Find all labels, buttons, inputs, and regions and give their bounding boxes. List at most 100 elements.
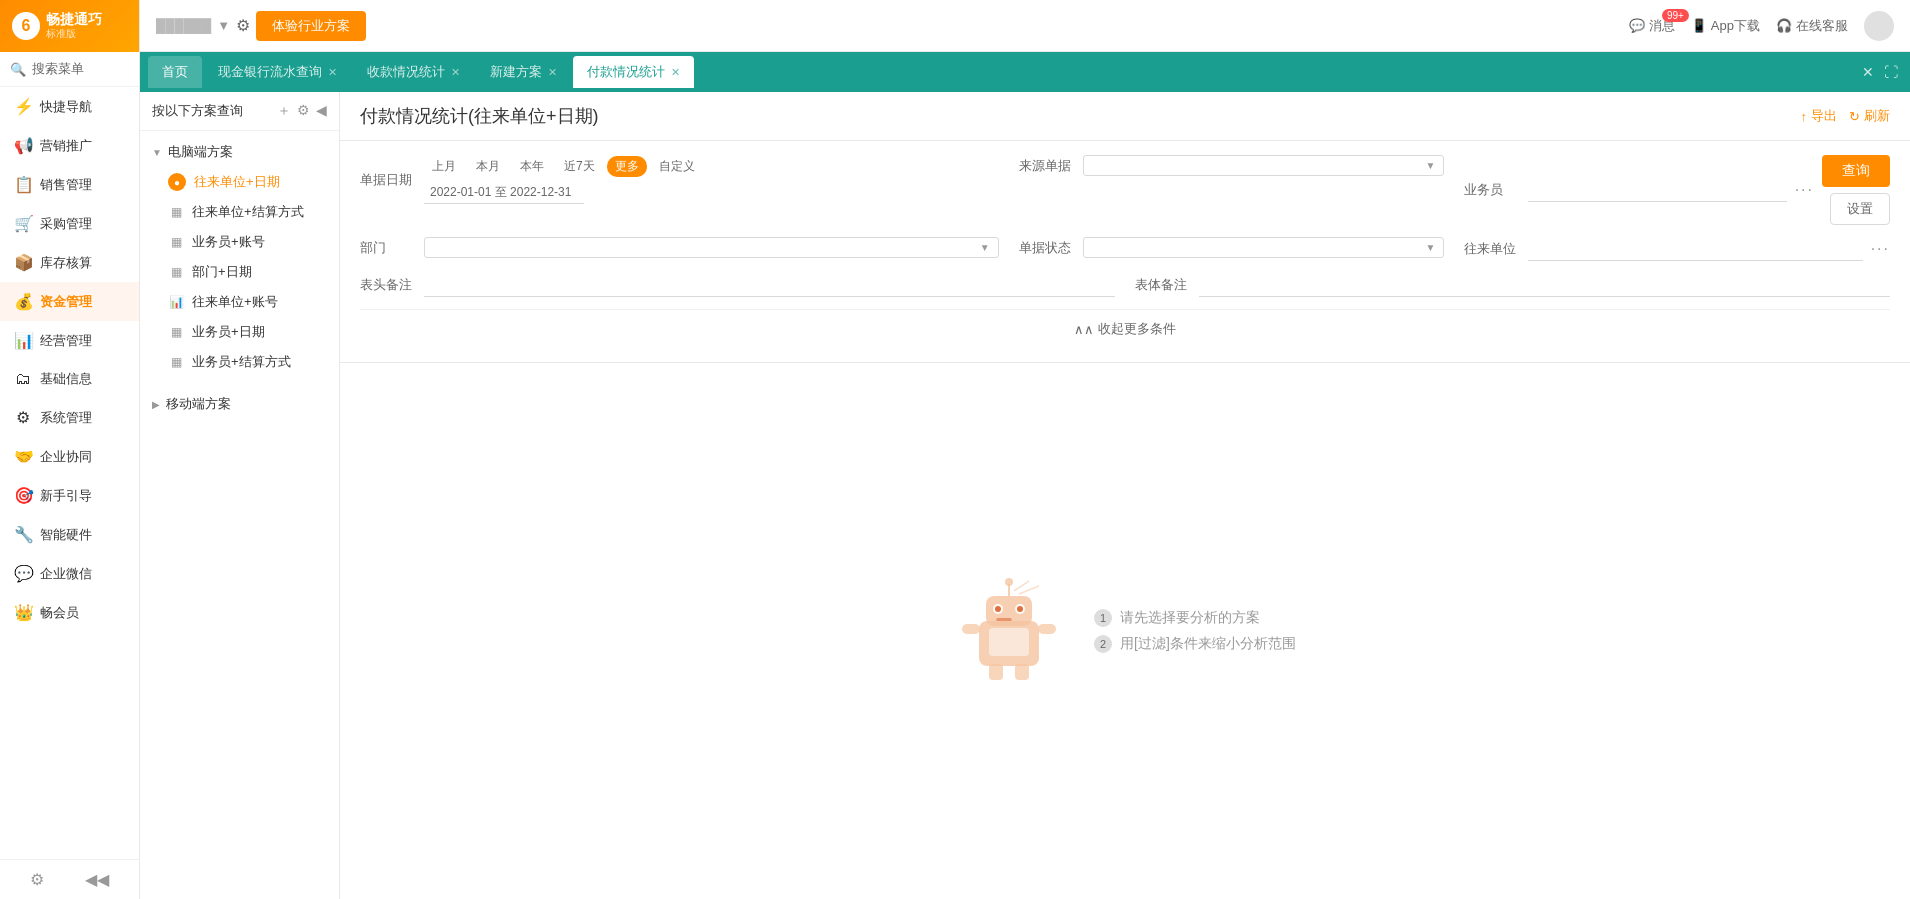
tab-close-payment[interactable]: ✕ — [671, 66, 680, 79]
main-content: ██████ ▼ ⚙ 体验行业方案 💬 消息 99+ 📱 App下载 🎧 在线客… — [140, 0, 1910, 899]
scheme-item-staff-date[interactable]: ▦ 业务员+日期 — [140, 317, 339, 347]
tab-close-receipt[interactable]: ✕ — [451, 66, 460, 79]
sidebar-bottom: ⚙ ◀◀ — [0, 859, 139, 899]
header-settings-button[interactable]: ⚙ — [236, 16, 250, 35]
filter-row-3: 表头备注 表体备注 — [360, 273, 1890, 297]
member-icon: 👑 — [14, 603, 32, 622]
mobile-scheme-group: ▶ 移动端方案 — [140, 383, 339, 425]
desktop-scheme-group-toggle[interactable]: ▼ 电脑端方案 — [140, 137, 339, 167]
app-download-button[interactable]: 📱 App下载 — [1691, 17, 1760, 35]
mobile-group-expand-icon: ▶ — [152, 399, 160, 410]
sidebar-item-marketing[interactable]: 📢 营销推广 — [0, 126, 139, 165]
headset-icon: 🎧 — [1776, 18, 1792, 33]
desktop-scheme-group: ▼ 电脑端方案 ● 往来单位+日期 ▦ 往来单位+结算方式 ▦ 业务员+账号 ▦ — [140, 131, 339, 383]
scheme-item-staff-account[interactable]: ▦ 业务员+账号 — [140, 227, 339, 257]
tab-bank[interactable]: 现金银行流水查询 ✕ — [204, 56, 351, 88]
sidebar-item-sales[interactable]: 📋 销售管理 — [0, 165, 139, 204]
notice-button[interactable]: 💬 消息 99+ — [1629, 17, 1675, 35]
user-avatar[interactable] — [1864, 11, 1894, 41]
tab-close-all-button[interactable]: ✕ — [1858, 60, 1878, 84]
body-remark-input[interactable] — [1199, 273, 1890, 297]
date-btn-this-year[interactable]: 本年 — [512, 155, 552, 178]
counterparty-input[interactable] — [1528, 237, 1862, 261]
date-btn-custom[interactable]: 自定义 — [651, 155, 703, 178]
sidebar-settings-button[interactable]: ⚙ — [30, 870, 44, 889]
sidebar-collapse-button[interactable]: ◀◀ — [85, 870, 109, 889]
tab-home[interactable]: 首页 — [148, 56, 202, 88]
voucher-status-select[interactable]: ▼ — [1083, 237, 1445, 258]
sidebar-item-quick-nav[interactable]: ⚡ 快捷导航 — [0, 87, 139, 126]
svg-rect-6 — [996, 618, 1012, 621]
date-label: 单据日期 — [360, 171, 416, 189]
sidebar-item-finance[interactable]: 💰 资金管理 — [0, 282, 139, 321]
mobile-scheme-group-toggle[interactable]: ▶ 移动端方案 — [140, 389, 339, 419]
svg-line-15 — [1019, 586, 1039, 594]
sidebar-item-purchase[interactable]: 🛒 采购管理 — [0, 204, 139, 243]
tab-payment[interactable]: 付款情况统计 ✕ — [573, 56, 694, 88]
header-user-name: ██████ — [156, 18, 211, 33]
scheme-item-staff-settle[interactable]: ▦ 业务员+结算方式 — [140, 347, 339, 377]
tab-receipt[interactable]: 收款情况统计 ✕ — [353, 56, 474, 88]
dept-select[interactable]: ▼ — [424, 237, 999, 258]
filter-staff-item: 业务员 ··· 查询 设置 — [1464, 155, 1890, 225]
svg-rect-11 — [989, 664, 1003, 680]
wechat-icon: 💬 — [14, 564, 32, 583]
sidebar-item-collab[interactable]: 🤝 企业协同 — [0, 437, 139, 476]
filter-source-item: 来源单据 ▼ — [1019, 155, 1445, 176]
quick-nav-icon: ⚡ — [14, 97, 32, 116]
tab-bar: 首页 现金银行流水查询 ✕ 收款情况统计 ✕ 新建方案 ✕ 付款情况统计 ✕ ✕… — [140, 52, 1910, 92]
svg-rect-13 — [989, 628, 1029, 656]
sidebar-item-wechat[interactable]: 💬 企业微信 — [0, 554, 139, 593]
staff-input[interactable] — [1528, 178, 1786, 202]
date-range-input[interactable]: 2022-01-01 至 2022-12-31 — [424, 182, 584, 204]
date-btn-last-month[interactable]: 上月 — [424, 155, 464, 178]
empty-robot-icon — [954, 576, 1064, 686]
sidebar-item-basic[interactable]: 🗂 基础信息 — [0, 360, 139, 398]
export-button[interactable]: ↑ 导出 — [1801, 107, 1838, 125]
trial-button[interactable]: 体验行业方案 — [256, 11, 366, 41]
date-btn-this-month[interactable]: 本月 — [468, 155, 508, 178]
scheme-item-unit-settle[interactable]: ▦ 往来单位+结算方式 — [140, 197, 339, 227]
sidebar-item-operation[interactable]: 📊 经营管理 — [0, 321, 139, 360]
scheme-chart-icon: 📊 — [168, 295, 184, 309]
refresh-button[interactable]: ↻ 刷新 — [1849, 107, 1890, 125]
scheme-item-unit-date[interactable]: ● 往来单位+日期 — [140, 167, 339, 197]
header-remark-input[interactable] — [424, 273, 1115, 297]
sidebar-item-member[interactable]: 👑 畅会员 — [0, 593, 139, 632]
add-scheme-button[interactable]: ＋ — [277, 102, 291, 120]
scheme-grid-icon4: ▦ — [168, 325, 184, 339]
date-btn-7days[interactable]: 近7天 — [556, 155, 603, 178]
panel-collapse-button[interactable]: ◀ — [316, 102, 327, 120]
filter-settings-button[interactable]: 设置 — [1830, 193, 1890, 225]
source-select[interactable]: ▼ — [1083, 155, 1445, 176]
filter-dept-item: 部门 ▼ — [360, 237, 999, 258]
sidebar-item-hardware[interactable]: 🔧 智能硬件 — [0, 515, 139, 554]
scheme-settings-button[interactable]: ⚙ — [297, 102, 310, 120]
page-header: 付款情况统计(往来单位+日期) ↑ 导出 ↻ 刷新 — [340, 92, 1910, 141]
purchase-icon: 🛒 — [14, 214, 32, 233]
hint-num-2: 2 — [1094, 635, 1112, 653]
sidebar-item-inventory[interactable]: 📦 库存核算 — [0, 243, 139, 282]
header-dropdown-icon[interactable]: ▼ — [217, 18, 230, 33]
sidebar-item-system[interactable]: ⚙ 系统管理 — [0, 398, 139, 437]
query-button[interactable]: 查询 — [1822, 155, 1890, 187]
body-remark-label: 表体备注 — [1135, 276, 1191, 294]
svg-point-4 — [995, 606, 1001, 612]
tab-close-new-scheme[interactable]: ✕ — [548, 66, 557, 79]
tab-close-bank[interactable]: ✕ — [328, 66, 337, 79]
collapse-filter-button[interactable]: ∧∧ 收起更多条件 — [360, 309, 1890, 348]
group-expand-icon: ▼ — [152, 147, 162, 158]
date-btn-more[interactable]: 更多 — [607, 156, 647, 177]
header-user-area: ██████ ▼ ⚙ 体验行业方案 — [156, 11, 1617, 41]
scheme-item-dept-date[interactable]: ▦ 部门+日期 — [140, 257, 339, 287]
tab-new-scheme[interactable]: 新建方案 ✕ — [476, 56, 571, 88]
svg-rect-1 — [986, 596, 1032, 626]
sidebar-item-guide[interactable]: 🎯 新手引导 — [0, 476, 139, 515]
counterparty-more-button[interactable]: ··· — [1871, 240, 1890, 258]
online-service-button[interactable]: 🎧 在线客服 — [1776, 17, 1848, 35]
scheme-item-unit-account[interactable]: 📊 往来单位+账号 — [140, 287, 339, 317]
staff-more-button[interactable]: ··· — [1795, 181, 1814, 199]
dept-dropdown-icon: ▼ — [980, 242, 990, 253]
tab-fullscreen-button[interactable]: ⛶ — [1880, 60, 1902, 84]
search-menu-button[interactable]: 🔍 搜索菜单 — [0, 52, 139, 87]
